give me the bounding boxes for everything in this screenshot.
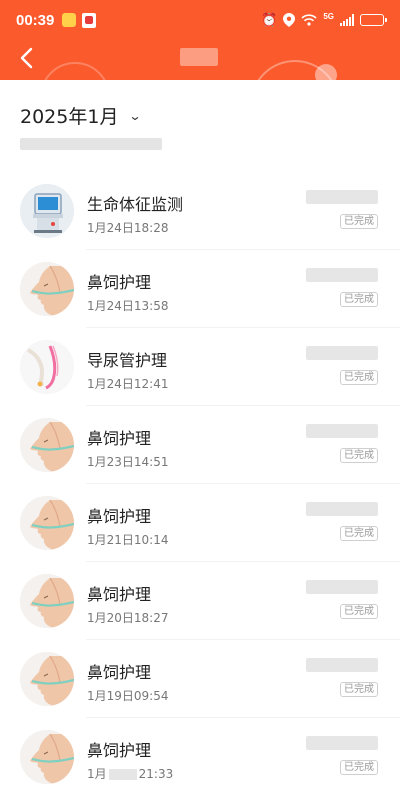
record-title: 鼻饲护理 <box>87 507 152 526</box>
nav-bar <box>0 40 400 76</box>
status-badge: 已完成 <box>340 526 378 541</box>
record-title: 鼻饲护理 <box>87 663 152 682</box>
status-bar: 00:39 ⏰ 5G <box>0 0 400 40</box>
list-item[interactable]: 鼻饲护理 1月23日14:51 已完成 <box>0 406 400 484</box>
record-title: 鼻饲护理 <box>87 429 152 448</box>
record-date: 1月21日10:14 <box>87 533 169 547</box>
wifi-icon <box>301 14 317 26</box>
status-badge: 已完成 <box>340 214 378 229</box>
alarm-icon: ⏰ <box>261 12 278 28</box>
record-title: 导尿管护理 <box>87 351 168 370</box>
record-id-redacted <box>306 736 378 750</box>
record-title: 生命体征监测 <box>87 195 184 214</box>
month-selector[interactable]: 2025年1月 ⌄ <box>20 102 143 129</box>
status-badge: 已完成 <box>340 292 378 307</box>
list-item[interactable]: 鼻饲护理 1月21日10:14 已完成 <box>0 484 400 562</box>
list-item[interactable]: 鼻饲护理 1月20日18:27 已完成 <box>0 562 400 640</box>
month-summary-redacted <box>20 138 162 150</box>
back-arrow-icon[interactable] <box>16 46 40 70</box>
list-item[interactable]: 鼻饲护理 1月24日13:58 已完成 <box>0 250 400 328</box>
battery-icon <box>360 14 387 26</box>
record-id-redacted <box>306 580 378 594</box>
nasal-feeding-icon <box>20 652 74 706</box>
date-redacted <box>108 769 137 780</box>
list-item[interactable]: 生命体征监测 1月24日18:28 已完成 <box>0 172 400 250</box>
record-date: 1月24日18:28 <box>87 221 169 235</box>
record-date: 1月19日09:54 <box>87 689 169 703</box>
record-id-redacted <box>306 424 378 438</box>
app-header: 00:39 ⏰ 5G <box>0 0 400 80</box>
month-label: 2025年1月 <box>20 106 119 128</box>
care-record-list: 生命体征监测 1月24日18:28 已完成 鼻饲护理 1月24日13:58 已完… <box>0 172 400 796</box>
record-id-redacted <box>306 346 378 360</box>
record-date: 1月24日13:58 <box>87 299 169 313</box>
record-date-suffix: 21:33 <box>138 767 174 781</box>
record-title: 鼻饲护理 <box>87 585 152 604</box>
record-date: 1月 21:33 <box>87 765 173 782</box>
record-id-redacted <box>306 190 378 204</box>
record-date: 1月24日12:41 <box>87 377 169 391</box>
status-badge: 已完成 <box>340 370 378 385</box>
record-date: 1月23日14:51 <box>87 455 169 469</box>
record-id-redacted <box>306 658 378 672</box>
catheter-icon <box>20 340 74 394</box>
record-id-redacted <box>306 268 378 282</box>
notification-app-icon <box>82 12 97 28</box>
nasal-feeding-icon <box>20 574 74 628</box>
list-item[interactable]: 鼻饲护理 1月19日09:54 已完成 <box>0 640 400 718</box>
nasal-feeding-icon <box>20 262 74 316</box>
chevron-down-icon: ⌄ <box>128 108 143 123</box>
notification-heart-icon <box>62 12 77 27</box>
page-title-redacted <box>180 48 218 66</box>
record-date-prefix: 1月 <box>87 767 107 781</box>
record-id-redacted <box>306 502 378 516</box>
monitor-icon <box>20 184 74 238</box>
list-item[interactable]: 鼻饲护理 1月 21:33 已完成 <box>0 718 400 796</box>
status-badge: 已完成 <box>340 448 378 463</box>
status-badge: 已完成 <box>340 604 378 619</box>
list-item[interactable]: 导尿管护理 1月24日12:41 已完成 <box>0 328 400 406</box>
location-icon <box>283 13 296 27</box>
record-title: 鼻饲护理 <box>87 273 152 292</box>
nasal-feeding-icon <box>20 730 74 784</box>
signal-icon <box>340 14 354 26</box>
nasal-feeding-icon <box>20 418 74 472</box>
status-time: 00:39 <box>16 11 55 29</box>
record-date: 1月20日18:27 <box>87 611 169 625</box>
nasal-feeding-icon <box>20 496 74 550</box>
status-badge: 已完成 <box>340 682 378 697</box>
status-badge: 已完成 <box>340 760 378 775</box>
network-type: 5G <box>323 11 334 21</box>
record-title: 鼻饲护理 <box>87 741 152 760</box>
